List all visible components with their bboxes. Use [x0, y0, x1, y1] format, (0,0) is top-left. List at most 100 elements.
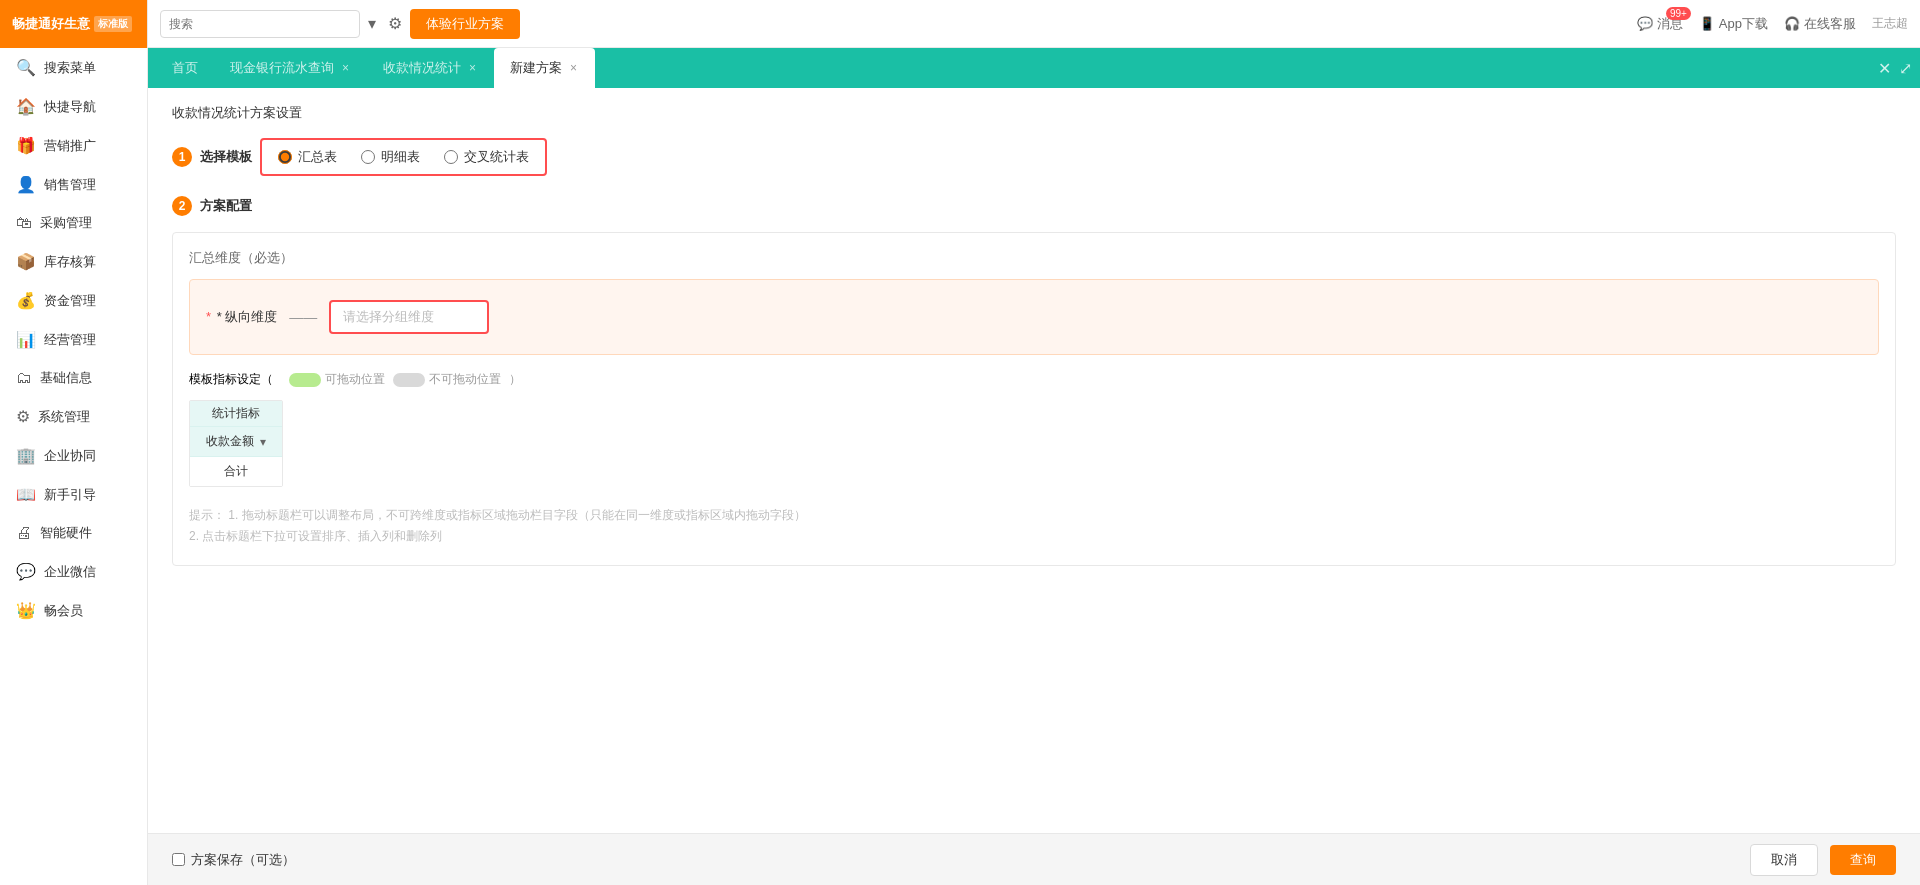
sidebar-logo: 畅捷通好生意 标准版 [0, 0, 147, 48]
tab-cashflow-close[interactable]: × [340, 61, 351, 75]
metrics-table-header: 统计指标 [190, 401, 282, 427]
sidebar-item-marketing[interactable]: 🎁 营销推广 [0, 126, 147, 165]
sidebar-item-label: 经营管理 [44, 331, 96, 349]
download-link[interactable]: 📱 App下载 [1699, 15, 1768, 33]
sidebar-item-label: 企业协同 [44, 447, 96, 465]
tab-home[interactable]: 首页 [156, 48, 214, 88]
folder-icon: 🗂 [16, 369, 32, 387]
section1-num: 1 [172, 147, 192, 167]
sidebar-item-label: 营销推广 [44, 137, 96, 155]
sidebar-item-inventory[interactable]: 📦 库存核算 [0, 242, 147, 281]
sidebar-item-guide[interactable]: 📖 新手引导 [0, 475, 147, 514]
sidebar-item-sales[interactable]: 👤 销售管理 [0, 165, 147, 204]
message-badge[interactable]: 💬 消息 99+ [1637, 15, 1683, 33]
template-detail-radio[interactable] [361, 150, 375, 164]
tab-home-label: 首页 [172, 59, 198, 77]
metrics-table: 统计指标 收款金额 ▾ 合计 [189, 400, 283, 487]
topbar-right: 💬 消息 99+ 📱 App下载 🎧 在线客服 王志超 [1637, 15, 1908, 33]
dimension-select[interactable]: 请选择分组维度 [329, 300, 489, 334]
sidebar-item-search-menu[interactable]: 🔍 搜索菜单 [0, 48, 147, 87]
industry-button[interactable]: 体验行业方案 [410, 9, 520, 39]
template-cross-option[interactable]: 交叉统计表 [444, 148, 529, 166]
box-icon: 📦 [16, 252, 36, 271]
sidebar-item-quick-nav[interactable]: 🏠 快捷导航 [0, 87, 147, 126]
sidebar-item-operation[interactable]: 📊 经营管理 [0, 320, 147, 359]
sidebar-item-finance[interactable]: 💰 资金管理 [0, 281, 147, 320]
sidebar-item-system[interactable]: ⚙ 系统管理 [0, 397, 147, 436]
sidebar-item-basic[interactable]: 🗂 基础信息 [0, 359, 147, 397]
dimension-arrow: —— [289, 309, 317, 325]
message-icon: 💬 [1637, 16, 1653, 31]
search-input[interactable] [160, 10, 360, 38]
logo-badge: 标准版 [94, 16, 132, 32]
content-area: 收款情况统计方案设置 1 选择模板 汇总表 明细表 [148, 88, 1920, 885]
sidebar-item-wechat[interactable]: 💬 企业微信 [0, 552, 147, 591]
metrics-section: 模板指标设定（ 可拖动位置 不可拖动位置 ） [189, 371, 1879, 487]
drag-hint: 可拖动位置 不可拖动位置 ） [289, 371, 521, 388]
sidebar-item-label: 系统管理 [38, 408, 90, 426]
gear-icon: ⚙ [16, 407, 30, 426]
sidebar-item-label: 基础信息 [40, 369, 92, 387]
non-draggable-hint: 不可拖动位置 [393, 371, 501, 388]
dimension-label: 汇总维度（必选） [189, 249, 1879, 267]
topbar-gear-button[interactable]: ⚙ [388, 14, 402, 33]
save-option[interactable]: 方案保存（可选） [172, 851, 295, 869]
sidebar-item-hardware[interactable]: 🖨 智能硬件 [0, 514, 147, 552]
tab-cashflow[interactable]: 现金银行流水查询 × [214, 48, 367, 88]
bag-icon: 🛍 [16, 214, 32, 232]
sidebar-item-label: 库存核算 [44, 253, 96, 271]
template-summary-radio[interactable] [278, 150, 292, 164]
sidebar-item-label: 资金管理 [44, 292, 96, 310]
tip-2: 2. 点击标题栏下拉可设置排序、插入列和删除列 [189, 528, 1879, 545]
page-title: 收款情况统计方案设置 [172, 104, 1896, 122]
printer-icon: 🖨 [16, 524, 32, 542]
section1-title: 选择模板 [200, 148, 252, 166]
tips-section: 提示： 1. 拖动标题栏可以调整布局，不可跨维度或指标区域拖动栏目字段（只能在同… [189, 507, 1879, 545]
topbar-dropdown-button[interactable]: ▾ [368, 14, 376, 33]
dimension-row: * * 纵向维度 —— 请选择分组维度 [206, 300, 489, 334]
tab-new-scheme-label: 新建方案 [510, 59, 562, 77]
crown-icon: 👑 [16, 601, 36, 620]
tab-collection-label: 收款情况统计 [383, 59, 461, 77]
tab-collection-close[interactable]: × [467, 61, 478, 75]
user-name[interactable]: 王志超 [1872, 15, 1908, 32]
section-config: 2 方案配置 汇总维度（必选） * * 纵向维度 —— [172, 196, 1896, 566]
save-checkbox[interactable] [172, 853, 185, 866]
tab-collection[interactable]: 收款情况统计 × [367, 48, 494, 88]
metrics-col-header[interactable]: 收款金额 ▾ [190, 427, 282, 457]
query-button[interactable]: 查询 [1830, 845, 1896, 875]
template-detail-option[interactable]: 明细表 [361, 148, 420, 166]
sidebar-item-purchase[interactable]: 🛍 采购管理 [0, 204, 147, 242]
template-summary-label: 汇总表 [298, 148, 337, 166]
tabbar: 首页 现金银行流水查询 × 收款情况统计 × 新建方案 × ✕ ⤢ [148, 48, 1920, 88]
section2-title: 方案配置 [200, 197, 252, 215]
sidebar-item-enterprise[interactable]: 🏢 企业协同 [0, 436, 147, 475]
service-label: 在线客服 [1804, 15, 1856, 33]
template-detail-label: 明细表 [381, 148, 420, 166]
metrics-col-name: 收款金额 [206, 433, 254, 450]
download-label: App下载 [1719, 15, 1768, 33]
metrics-header: 模板指标设定（ 可拖动位置 不可拖动位置 ） [189, 371, 1879, 388]
required-asterisk: * [206, 309, 211, 324]
sidebar-item-label: 销售管理 [44, 176, 96, 194]
tab-new-scheme[interactable]: 新建方案 × [494, 48, 595, 88]
col-dropdown-icon[interactable]: ▾ [260, 435, 266, 449]
sidebar-item-label: 搜索菜单 [44, 59, 96, 77]
tab-close-all-button[interactable]: ✕ [1878, 59, 1891, 78]
footer: 方案保存（可选） 取消 查询 [148, 833, 1920, 885]
message-count: 99+ [1666, 7, 1691, 20]
search-icon: 🔍 [16, 58, 36, 77]
hint-close: ） [509, 371, 521, 388]
service-link[interactable]: 🎧 在线客服 [1784, 15, 1856, 33]
section2-header: 2 方案配置 [172, 196, 1896, 216]
tab-new-scheme-close[interactable]: × [568, 61, 579, 75]
dimension-select-placeholder: 请选择分组维度 [343, 309, 434, 324]
page-content: 收款情况统计方案设置 1 选择模板 汇总表 明细表 [148, 88, 1920, 833]
tab-expand-button[interactable]: ⤢ [1899, 59, 1912, 78]
cancel-button[interactable]: 取消 [1750, 844, 1818, 876]
draggable-badge [289, 373, 321, 387]
sidebar-item-vip[interactable]: 👑 畅会员 [0, 591, 147, 630]
template-cross-radio[interactable] [444, 150, 458, 164]
sidebar-item-label: 新手引导 [44, 486, 96, 504]
template-summary-option[interactable]: 汇总表 [278, 148, 337, 166]
